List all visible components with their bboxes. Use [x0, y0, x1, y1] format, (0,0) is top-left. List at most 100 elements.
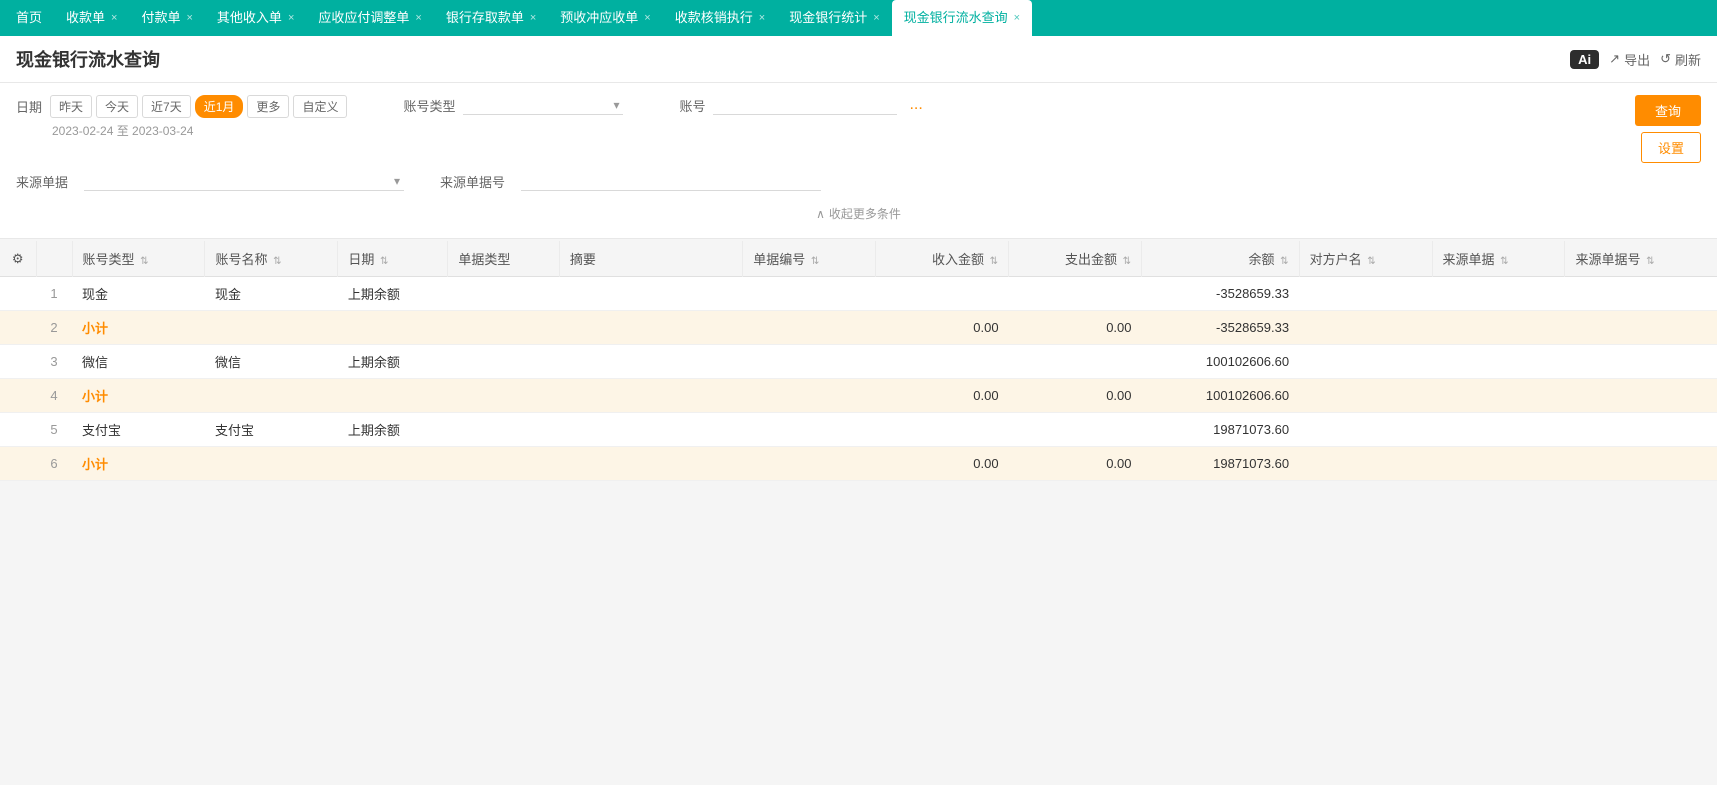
- data-table: ⚙ 账号类型 ⇅ 账号名称 ⇅ 日期 ⇅ 单据类型 摘要 单据编号: [0, 241, 1717, 481]
- nav-bank-deposit[interactable]: 银行存取款单 ×: [434, 0, 548, 36]
- table-row: 2小计0.000.00-3528659.33: [0, 311, 1717, 345]
- summary-cell: [559, 277, 742, 311]
- table-body: 1现金现金上期余额-3528659.332小计0.000.00-3528659.…: [0, 277, 1717, 481]
- summary-cell: [559, 413, 742, 447]
- counterparty-cell: [1299, 447, 1432, 481]
- balance-cell: 100102606.60: [1142, 345, 1300, 379]
- page-header: 现金银行流水查询 Ai ↗ 导出 ↺ 刷新: [0, 36, 1717, 83]
- doc-no-cell: [743, 277, 876, 311]
- page-title: 现金银行流水查询: [16, 46, 160, 72]
- row-settings-cell: [0, 311, 36, 345]
- table-row: 4小计0.000.00100102606.60: [0, 379, 1717, 413]
- row-num-cell: 3: [36, 345, 72, 379]
- account-name-cell: [205, 379, 338, 413]
- nav-other-income[interactable]: 其他收入单 ×: [205, 0, 306, 36]
- nav-cash-bank-stat[interactable]: 现金银行统计 ×: [777, 0, 891, 36]
- nav-cash-bank-flow[interactable]: 现金银行流水查询 ×: [892, 0, 1032, 36]
- nav-receipts[interactable]: 收款单 ×: [54, 0, 129, 36]
- income-cell: 0.00: [876, 311, 1009, 345]
- date-btn-yesterday[interactable]: 昨天: [50, 95, 92, 118]
- expense-cell: 0.00: [1009, 447, 1142, 481]
- col-settings[interactable]: ⚙: [0, 241, 36, 277]
- balance-cell: 19871073.60: [1142, 447, 1300, 481]
- col-account-name[interactable]: 账号名称 ⇅: [205, 241, 338, 277]
- date-btn-custom[interactable]: 自定义: [293, 95, 347, 118]
- ai-badge: Ai: [1570, 50, 1599, 69]
- account-type-cell: 现金: [72, 277, 205, 311]
- collapse-icon: ∧: [816, 207, 825, 221]
- source-doc-no-cell: [1565, 413, 1717, 447]
- date-btn-more[interactable]: 更多: [247, 95, 289, 118]
- table-row: 5支付宝支付宝上期余额19871073.60: [0, 413, 1717, 447]
- col-counterparty[interactable]: 对方户名 ⇅: [1299, 241, 1432, 277]
- close-payments-icon[interactable]: ×: [186, 0, 192, 36]
- date-btn-today[interactable]: 今天: [96, 95, 138, 118]
- date-btn-7days[interactable]: 近7天: [142, 95, 191, 118]
- col-source-doc[interactable]: 来源单据 ⇅: [1432, 241, 1565, 277]
- sort-source-doc-no-icon: ⇅: [1646, 256, 1654, 267]
- close-other-income-icon[interactable]: ×: [288, 0, 294, 36]
- source-doc-cell: [1432, 413, 1565, 447]
- filter-area: 日期 昨天 今天 近7天 近1月 更多 自定义 2023-02-24 至 202…: [0, 83, 1717, 239]
- source-doc-no-label: 来源单据号: [440, 172, 505, 191]
- close-bank-deposit-icon[interactable]: ×: [530, 0, 536, 36]
- date-cell: 上期余额: [338, 413, 448, 447]
- nav-payments[interactable]: 付款单 ×: [129, 0, 204, 36]
- source-doc-no-input[interactable]: [521, 171, 821, 191]
- query-button[interactable]: 查询: [1635, 95, 1701, 126]
- account-type-select[interactable]: [463, 95, 623, 114]
- source-doc-cell: [1432, 447, 1565, 481]
- close-ar-ap-icon[interactable]: ×: [415, 0, 421, 36]
- export-icon: ↗: [1609, 51, 1620, 67]
- collapse-bar[interactable]: ∧ 收起更多条件: [16, 199, 1701, 226]
- date-btn-1month[interactable]: 近1月: [195, 95, 244, 118]
- top-navigation: 首页 收款单 × 付款单 × 其他收入单 × 应收应付调整单 × 银行存取款单 …: [0, 0, 1717, 36]
- source-doc-no-cell: [1565, 447, 1717, 481]
- col-source-doc-no[interactable]: 来源单据号 ⇅: [1565, 241, 1717, 277]
- close-cash-stat-icon[interactable]: ×: [873, 0, 879, 36]
- counterparty-cell: [1299, 345, 1432, 379]
- col-account-type[interactable]: 账号类型 ⇅: [72, 241, 205, 277]
- table-row: 3微信微信上期余额100102606.60: [0, 345, 1717, 379]
- sort-income-icon: ⇅: [990, 256, 998, 267]
- refresh-button[interactable]: ↺ 刷新: [1660, 50, 1701, 69]
- col-income[interactable]: 收入金额 ⇅: [876, 241, 1009, 277]
- balance-cell: -3528659.33: [1142, 277, 1300, 311]
- source-doc-cell: [1432, 311, 1565, 345]
- account-dots-button[interactable]: ...: [905, 96, 926, 114]
- settings-gear-icon[interactable]: ⚙: [12, 251, 24, 266]
- nav-advance-offset[interactable]: 预收冲应收单 ×: [548, 0, 662, 36]
- account-input[interactable]: [713, 95, 897, 115]
- sort-account-type-icon: ⇅: [140, 256, 148, 267]
- source-doc-no-cell: [1565, 379, 1717, 413]
- row-num-cell: 5: [36, 413, 72, 447]
- expense-cell: [1009, 277, 1142, 311]
- export-button[interactable]: ↗ 导出: [1609, 50, 1650, 69]
- table-row: 6小计0.000.0019871073.60: [0, 447, 1717, 481]
- close-advance-offset-icon[interactable]: ×: [644, 0, 650, 36]
- account-type-cell: 微信: [72, 345, 205, 379]
- data-table-container: ⚙ 账号类型 ⇅ 账号名称 ⇅ 日期 ⇅ 单据类型 摘要 单据编号: [0, 241, 1717, 481]
- account-name-cell: 支付宝: [205, 413, 338, 447]
- nav-home[interactable]: 首页: [4, 0, 54, 36]
- account-type-cell: 支付宝: [72, 413, 205, 447]
- source-doc-select[interactable]: [84, 171, 404, 190]
- col-balance[interactable]: 余额 ⇅: [1142, 241, 1300, 277]
- col-doc-no[interactable]: 单据编号 ⇅: [743, 241, 876, 277]
- date-cell: [338, 447, 448, 481]
- nav-receipt-verify[interactable]: 收款核销执行 ×: [663, 0, 777, 36]
- close-receipts-icon[interactable]: ×: [111, 0, 117, 36]
- col-date[interactable]: 日期 ⇅: [338, 241, 448, 277]
- close-cash-flow-icon[interactable]: ×: [1014, 0, 1020, 36]
- account-type-select-wrapper: ▾: [463, 95, 623, 115]
- source-doc-cell: [1432, 277, 1565, 311]
- nav-ar-ap-adjust[interactable]: 应收应付调整单 ×: [306, 0, 433, 36]
- row-num-cell: 2: [36, 311, 72, 345]
- close-receipt-verify-icon[interactable]: ×: [759, 0, 765, 36]
- income-cell: 0.00: [876, 447, 1009, 481]
- counterparty-cell: [1299, 413, 1432, 447]
- row-settings-cell: [0, 379, 36, 413]
- col-expense[interactable]: 支出金额 ⇅: [1009, 241, 1142, 277]
- balance-cell: 19871073.60: [1142, 413, 1300, 447]
- settings-button[interactable]: 设置: [1641, 132, 1701, 163]
